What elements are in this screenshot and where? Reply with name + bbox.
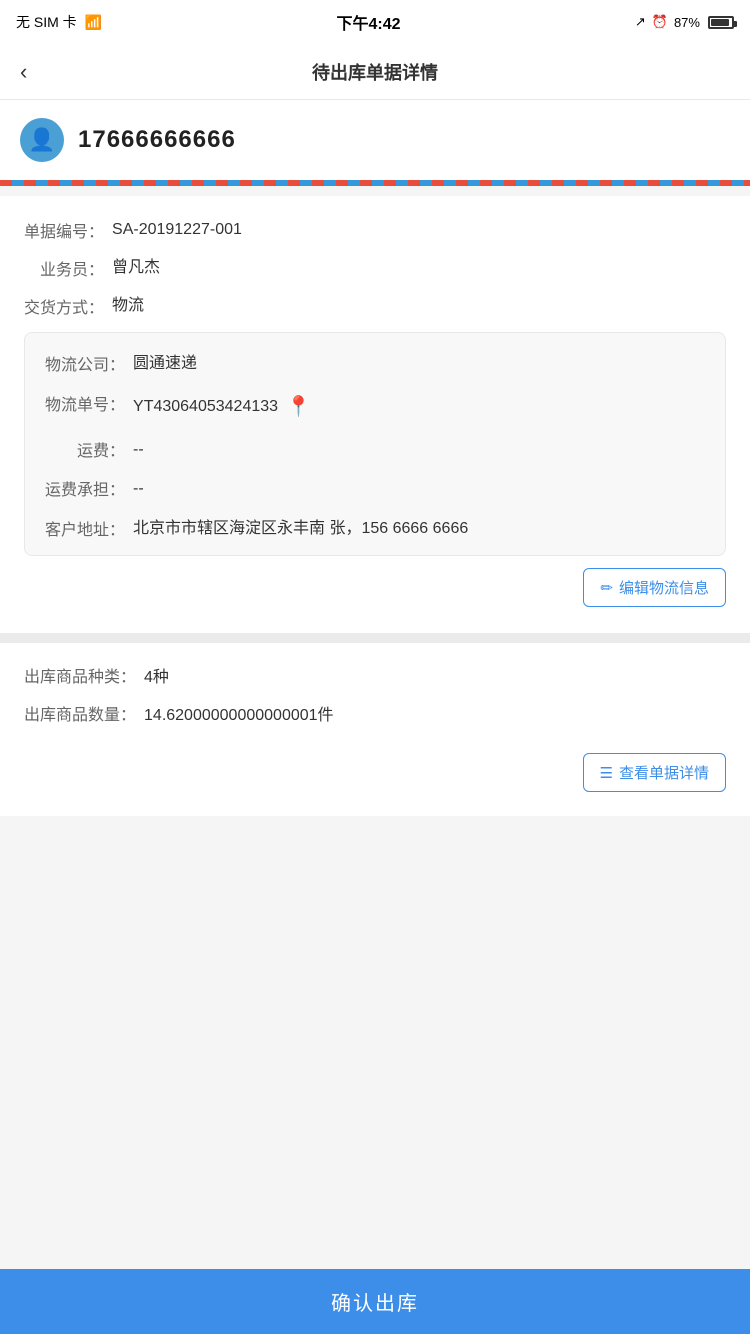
freight-row: 运费： --	[45, 437, 705, 463]
nav-bar: ‹ 待出库单据详情	[0, 44, 750, 100]
avatar: 👤	[20, 118, 64, 162]
page-title: 待出库单据详情	[312, 59, 438, 85]
customer-phone: 17666666666	[78, 126, 236, 154]
delivery-method-label: 交货方式：	[24, 294, 104, 318]
goods-section: 出库商品种类： 4种 出库商品数量： 14.62000000000000001件…	[0, 643, 750, 816]
customer-section: 👤 17666666666	[0, 100, 750, 180]
freight-value: --	[133, 437, 705, 463]
company-label: 物流公司：	[45, 351, 125, 375]
view-details-btn-area: ☰ 查看单据详情	[24, 739, 726, 796]
delivery-method-row: 交货方式： 物流	[24, 294, 726, 318]
freight-bearer-value: --	[133, 476, 705, 502]
status-bar: 无 SIM 卡 📶 下午4:42 ↗ ⏰ 87%	[0, 0, 750, 44]
view-details-button[interactable]: ☰ 查看单据详情	[583, 753, 726, 792]
goods-quantity-row: 出库商品数量： 14.62000000000000001件	[24, 701, 726, 725]
freight-bearer-row: 运费承担： --	[45, 476, 705, 502]
location-status-icon: ↗	[635, 14, 646, 30]
address-row: 客户地址： 北京市市辖区海淀区永丰南 张，156 6666 6666	[45, 516, 705, 542]
bottom-spacer	[0, 816, 750, 966]
tracking-label: 物流单号：	[45, 391, 125, 415]
tracking-row: 物流单号： YT43064053424133 📍	[45, 391, 705, 423]
company-row: 物流公司： 圆通速递	[45, 351, 705, 377]
goods-types-value: 4种	[144, 663, 169, 687]
freight-label: 运费：	[45, 437, 125, 461]
document-number-value: SA-20191227-001	[112, 218, 726, 242]
delivery-method-value: 物流	[112, 294, 726, 318]
list-icon: ☰	[600, 764, 613, 782]
alarm-icon: ⏰	[652, 14, 668, 30]
status-time: 下午4:42	[336, 10, 400, 34]
section-separator	[0, 633, 750, 643]
decorative-border	[0, 180, 750, 186]
goods-quantity-value: 14.62000000000000001件	[144, 701, 334, 725]
agent-value: 曾凡杰	[112, 256, 726, 280]
edit-logistics-btn-area: ✏ 编辑物流信息	[24, 556, 726, 611]
tracking-number-text: YT43064053424133	[133, 394, 278, 420]
freight-bearer-label: 运费承担：	[45, 476, 125, 500]
edit-logistics-button[interactable]: ✏ 编辑物流信息	[583, 568, 726, 607]
address-label: 客户地址：	[45, 516, 125, 540]
view-details-label: 查看单据详情	[619, 762, 709, 783]
avatar-icon: 👤	[28, 127, 55, 153]
status-right: ↗ ⏰ 87%	[635, 14, 734, 30]
sim-status: 无 SIM 卡	[16, 12, 77, 32]
edit-icon: ✏	[600, 579, 613, 597]
battery-percent: 87%	[674, 15, 700, 30]
address-value: 北京市市辖区海淀区永丰南 张，156 6666 6666	[133, 516, 705, 542]
document-number-row: 单据编号： SA-20191227-001	[24, 218, 726, 242]
confirm-button-label: 确认出库	[331, 1293, 419, 1315]
confirm-button[interactable]: 确认出库	[0, 1269, 750, 1334]
document-number-label: 单据编号：	[24, 218, 104, 242]
tracking-value: YT43064053424133 📍	[133, 391, 705, 423]
edit-logistics-label: 编辑物流信息	[619, 577, 709, 598]
agent-row: 业务员： 曾凡杰	[24, 256, 726, 280]
wifi-icon: 📶	[85, 14, 102, 31]
order-info-section: 单据编号： SA-20191227-001 业务员： 曾凡杰 交货方式： 物流 …	[0, 196, 750, 633]
map-pin-icon[interactable]: 📍	[286, 391, 311, 423]
goods-types-label: 出库商品种类：	[24, 663, 136, 687]
battery-icon	[708, 16, 734, 29]
back-button[interactable]: ‹	[20, 61, 27, 83]
company-value: 圆通速递	[133, 351, 705, 377]
status-left: 无 SIM 卡 📶	[16, 12, 102, 32]
goods-quantity-label: 出库商品数量：	[24, 701, 136, 725]
logistics-card: 物流公司： 圆通速递 物流单号： YT43064053424133 📍 运费： …	[24, 332, 726, 556]
agent-label: 业务员：	[24, 256, 104, 280]
goods-types-row: 出库商品种类： 4种	[24, 663, 726, 687]
